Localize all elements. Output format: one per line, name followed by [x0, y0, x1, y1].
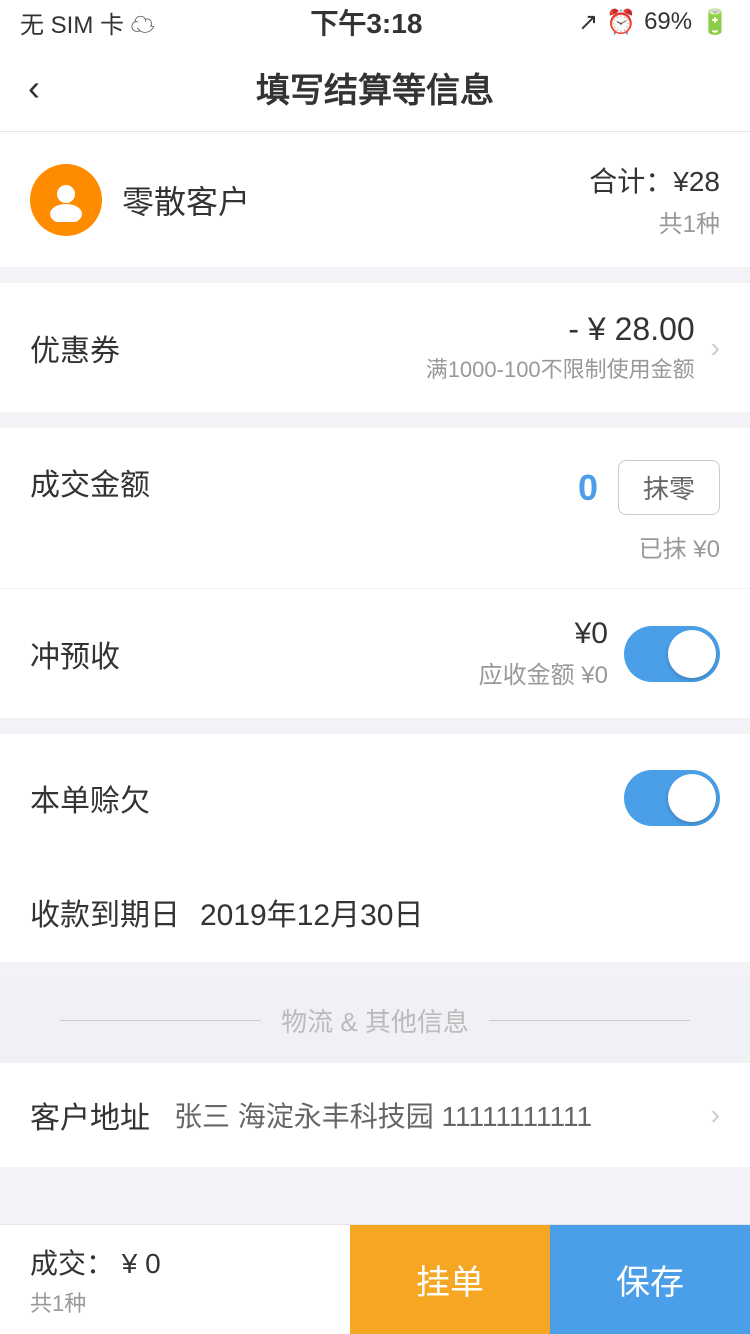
- coupon-amount: - ¥ 28.00: [426, 311, 695, 348]
- customer-left: 零散客户: [30, 164, 250, 236]
- chevron-right-icon: ›: [711, 332, 720, 364]
- deal-amount-label: 成交金额: [30, 460, 150, 504]
- prepay-row: 冲预收 ¥0 应收金额 ¥0: [0, 589, 750, 718]
- bottom-info: 成交： ¥ 0 共1种: [0, 1242, 350, 1318]
- due-date-value: 2019年12月30日: [200, 890, 423, 934]
- coupon-desc: 满1000-100不限制使用金额: [426, 352, 695, 384]
- coupon-row[interactable]: 优惠券 - ¥ 28.00 满1000-100不限制使用金额 ›: [0, 283, 750, 412]
- status-right: ↗ ⏰ 69% 🔋: [578, 8, 730, 37]
- due-date-content: 收款到期日 2019年12月30日: [30, 890, 720, 934]
- debt-label: 本单赊欠: [30, 776, 150, 820]
- logistics-divider: 物流 & 其他信息: [0, 978, 750, 1063]
- coupon-value-group: - ¥ 28.00 满1000-100不限制使用金额: [426, 311, 695, 384]
- bottom-deal-amount: ¥ 0: [122, 1248, 161, 1279]
- deal-amount-value: 0: [578, 467, 598, 509]
- customer-total: 合计：¥28: [589, 160, 720, 200]
- location-icon: ↗: [578, 8, 598, 37]
- battery-label: 69%: [644, 8, 692, 36]
- back-icon: ‹: [28, 67, 40, 108]
- bottom-deal: 成交： ¥ 0: [30, 1242, 320, 1282]
- address-chevron-icon: ›: [711, 1099, 720, 1131]
- customer-name: 零散客户: [122, 177, 250, 223]
- status-time: 下午3:18: [310, 2, 422, 42]
- deal-prepay-section: 成交金额 0 抹零 已抹 ¥0 冲预收 ¥0 应收金额 ¥0: [0, 428, 750, 718]
- deal-amount-right: 0 抹零 已抹 ¥0: [578, 460, 720, 564]
- logistics-label: 物流 & 其他信息: [281, 1002, 469, 1039]
- divider-line: 物流 & 其他信息: [0, 1002, 750, 1039]
- customer-avatar: [30, 164, 102, 236]
- address-section: 客户地址 张三 海淀永丰科技园 11111111111 ›: [0, 1063, 750, 1167]
- save-button[interactable]: 保存: [550, 1225, 750, 1334]
- round-button[interactable]: 抹零: [618, 460, 720, 515]
- coupon-right: - ¥ 28.00 满1000-100不限制使用金额 ›: [426, 311, 720, 384]
- bottom-count: 共1种: [30, 1286, 320, 1318]
- nav-bar: ‹ 填写结算等信息: [0, 44, 750, 132]
- prepay-value: ¥0: [479, 617, 608, 651]
- bottom-deal-label: 成交：: [30, 1248, 114, 1279]
- battery-icon: 🔋: [700, 8, 730, 37]
- status-left: 无 SIM 卡 ☁: [20, 5, 155, 40]
- prepay-value-group: ¥0 应收金额 ¥0: [479, 617, 608, 690]
- address-value: 张三 海淀永丰科技园 11111111111: [174, 1095, 711, 1135]
- prepay-label: 冲预收: [30, 632, 120, 676]
- prepay-receivable: 应收金额 ¥0: [479, 655, 608, 690]
- hold-button[interactable]: 挂单: [350, 1225, 550, 1334]
- alarm-icon: ⏰: [606, 8, 636, 37]
- coupon-label: 优惠券: [30, 326, 120, 370]
- address-row[interactable]: 客户地址 张三 海淀永丰科技园 11111111111 ›: [0, 1063, 750, 1167]
- due-date-row: 收款到期日 2019年12月30日: [0, 862, 750, 962]
- customer-count: 共1种: [589, 204, 720, 239]
- user-icon: [44, 178, 88, 222]
- customer-section: 零散客户 合计：¥28 共1种: [0, 132, 750, 267]
- sim-label: 无 SIM 卡 ☁: [20, 5, 155, 40]
- debt-row: 本单赊欠: [0, 734, 750, 862]
- deal-amount-row: 成交金额 0 抹零 已抹 ¥0: [0, 428, 750, 589]
- bottom-bar: 成交： ¥ 0 共1种 挂单 保存: [0, 1224, 750, 1334]
- content: 零散客户 合计：¥28 共1种 优惠券 - ¥ 28.00 满1000-100不…: [0, 132, 750, 1303]
- debt-toggle[interactable]: [624, 770, 720, 826]
- address-label: 客户地址: [30, 1093, 150, 1137]
- status-bar: 无 SIM 卡 ☁ 下午3:18 ↗ ⏰ 69% 🔋: [0, 0, 750, 44]
- prepay-toggle[interactable]: [624, 626, 720, 682]
- coupon-section: 优惠券 - ¥ 28.00 满1000-100不限制使用金额 ›: [0, 283, 750, 412]
- debt-section: 本单赊欠 收款到期日 2019年12月30日: [0, 734, 750, 962]
- page-title: 填写结算等信息: [256, 63, 494, 112]
- customer-right: 合计：¥28 共1种: [589, 160, 720, 239]
- due-date-label: 收款到期日: [30, 890, 180, 934]
- deal-deducted: 已抹 ¥0: [639, 529, 720, 564]
- prepay-right: ¥0 应收金额 ¥0: [479, 617, 720, 690]
- back-button[interactable]: ‹: [28, 67, 40, 109]
